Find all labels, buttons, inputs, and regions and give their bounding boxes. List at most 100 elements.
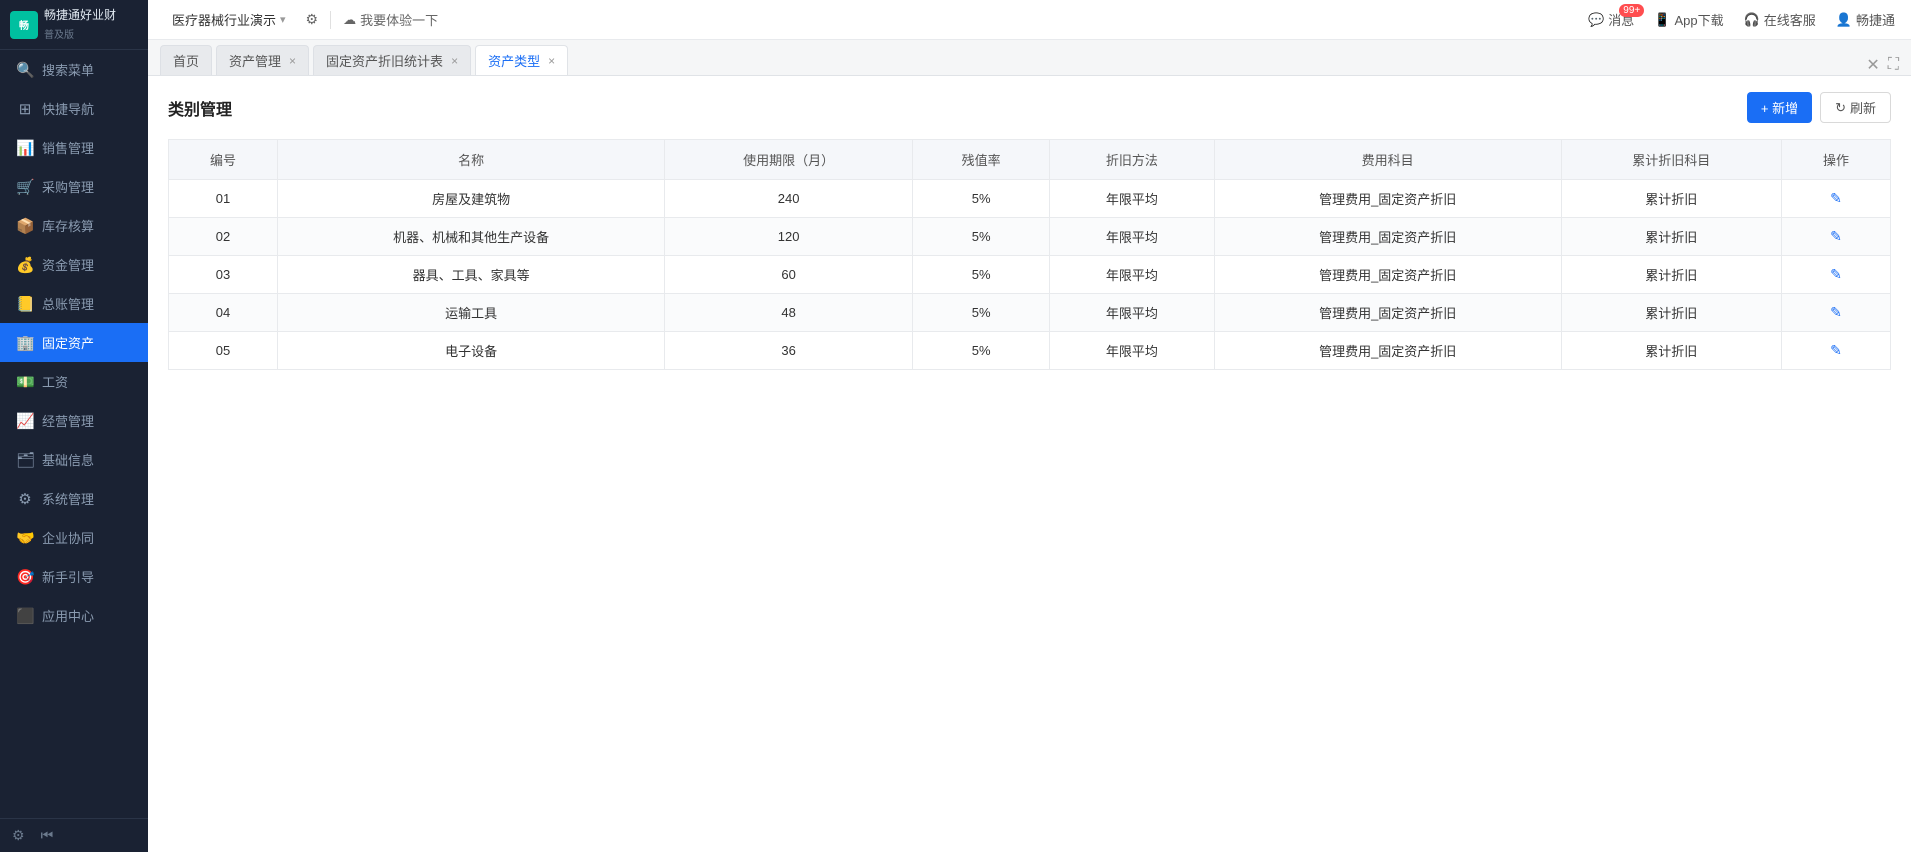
search-icon: 🔍: [16, 61, 34, 79]
maximize-icon[interactable]: ⛶: [1888, 56, 1899, 74]
page-header: 类别管理 + 新增 ↻ 刷新: [168, 92, 1891, 123]
row-accum-subject: 累计折旧: [1561, 294, 1781, 332]
settings-icon[interactable]: ⚙: [12, 827, 25, 844]
new-button[interactable]: + 新增: [1747, 92, 1812, 123]
row-action[interactable]: ✎: [1781, 180, 1890, 218]
collapse-icon[interactable]: ⏮: [41, 827, 54, 844]
row-name: 运输工具: [278, 294, 665, 332]
guide-icon: 🎯: [16, 568, 34, 586]
row-name: 机器、机械和其他生产设备: [278, 218, 665, 256]
tabs-right-controls: ✕ ⛶: [1866, 55, 1899, 75]
tab-close-icon[interactable]: ×: [289, 54, 296, 68]
sidebar-item-ledger[interactable]: 📒 总账管理: [0, 284, 148, 323]
system-icon: ⚙: [16, 490, 34, 508]
sidebar-item-capital[interactable]: 💰 资金管理: [0, 245, 148, 284]
row-expense-subject: 管理费用_固定资产折旧: [1214, 332, 1561, 370]
tab-depreciation[interactable]: 固定资产折旧统计表×: [313, 45, 471, 75]
table-row: 03 器具、工具、家具等 60 5% 年限平均 管理费用_固定资产折旧 累计折旧…: [169, 256, 1891, 294]
edit-icon[interactable]: ✎: [1830, 190, 1842, 206]
page-content: 类别管理 + 新增 ↻ 刷新 编号名称使用期限（月）残值率折旧方法费用科目累计折…: [148, 76, 1911, 852]
tab-asset-type[interactable]: 资产类型×: [475, 45, 568, 75]
row-code: 02: [169, 218, 278, 256]
tab-label: 资产管理: [229, 51, 281, 70]
logo-sub: 普及版: [44, 26, 116, 41]
headset-icon: 🎧: [1744, 12, 1760, 28]
column-header: 残值率: [913, 140, 1050, 180]
row-action[interactable]: ✎: [1781, 218, 1890, 256]
refresh-button[interactable]: ↻ 刷新: [1820, 92, 1891, 123]
row-residual-rate: 5%: [913, 256, 1050, 294]
row-accum-subject: 累计折旧: [1561, 332, 1781, 370]
row-depreciation-method: 年限平均: [1050, 256, 1215, 294]
sales-icon: 📊: [16, 139, 34, 157]
column-header: 费用科目: [1214, 140, 1561, 180]
message-action[interactable]: 💬 消息 99+: [1588, 10, 1634, 29]
app-selector[interactable]: 医疗器械行业演示: [164, 6, 294, 33]
operations-icon: 📈: [16, 412, 34, 430]
edit-icon[interactable]: ✎: [1830, 304, 1842, 320]
sidebar-item-search[interactable]: 🔍 搜索菜单: [0, 50, 148, 89]
sidebar-item-guide[interactable]: 🎯 新手引导: [0, 557, 148, 596]
nav-label: 工资: [42, 372, 68, 391]
row-period: 48: [665, 294, 913, 332]
row-depreciation-method: 年限平均: [1050, 218, 1215, 256]
sidebar-item-app-center[interactable]: ⬛ 应用中心: [0, 596, 148, 635]
column-header: 名称: [278, 140, 665, 180]
close-tab-icon[interactable]: ✕: [1866, 55, 1879, 75]
sidebar-item-fixed-assets[interactable]: 🏢 固定资产: [0, 323, 148, 362]
sidebar-logo: 畅 畅捷通好业财 普及版: [0, 0, 148, 50]
app-download-label: App下载: [1674, 10, 1723, 29]
fixed-assets-icon: 🏢: [16, 334, 34, 352]
table-header: 编号名称使用期限（月）残值率折旧方法费用科目累计折旧科目操作: [169, 140, 1891, 180]
online-service-action[interactable]: 🎧 在线客服: [1744, 10, 1816, 29]
topbar: 医疗器械行业演示 ⚙ ☁ 我要体验一下 💬 消息 99+ 📱 App下载 🎧 在…: [148, 0, 1911, 40]
edit-icon[interactable]: ✎: [1830, 266, 1842, 282]
nav-label: 经营管理: [42, 411, 94, 430]
tab-close-icon[interactable]: ×: [451, 54, 458, 68]
sidebar-item-purchase[interactable]: 🛒 采购管理: [0, 167, 148, 206]
row-action[interactable]: ✎: [1781, 256, 1890, 294]
sidebar-item-enterprise[interactable]: 🤝 企业协同: [0, 518, 148, 557]
experience-button[interactable]: ☁ 我要体验一下: [343, 10, 438, 29]
row-expense-subject: 管理费用_固定资产折旧: [1214, 180, 1561, 218]
row-period: 60: [665, 256, 913, 294]
purchase-icon: 🛒: [16, 178, 34, 196]
column-header: 操作: [1781, 140, 1890, 180]
settings-gear-icon[interactable]: ⚙: [306, 11, 319, 28]
nav-label: 搜索菜单: [42, 60, 94, 79]
table-row: 04 运输工具 48 5% 年限平均 管理费用_固定资产折旧 累计折旧 ✎: [169, 294, 1891, 332]
row-period: 240: [665, 180, 913, 218]
row-action[interactable]: ✎: [1781, 332, 1890, 370]
sidebar-item-sales[interactable]: 📊 销售管理: [0, 128, 148, 167]
column-header: 编号: [169, 140, 278, 180]
tab-home[interactable]: 首页: [160, 45, 212, 75]
row-period: 120: [665, 218, 913, 256]
tab-close-icon[interactable]: ×: [548, 54, 555, 68]
column-header: 折旧方法: [1050, 140, 1215, 180]
ledger-icon: 📒: [16, 295, 34, 313]
category-table: 编号名称使用期限（月）残值率折旧方法费用科目累计折旧科目操作 01 房屋及建筑物…: [168, 139, 1891, 370]
row-residual-rate: 5%: [913, 180, 1050, 218]
row-name: 器具、工具、家具等: [278, 256, 665, 294]
logo-text: 畅捷通好业财: [44, 8, 116, 24]
user-avatar[interactable]: 👤 畅捷通: [1836, 10, 1895, 29]
sidebar-item-system[interactable]: ⚙ 系统管理: [0, 479, 148, 518]
row-action[interactable]: ✎: [1781, 294, 1890, 332]
edit-icon[interactable]: ✎: [1830, 228, 1842, 244]
nav-label: 快捷导航: [42, 99, 94, 118]
app-download-action[interactable]: 📱 App下载: [1654, 10, 1723, 29]
message-badge: 99+: [1619, 4, 1644, 17]
logo-icon: 畅: [10, 11, 38, 39]
row-accum-subject: 累计折旧: [1561, 180, 1781, 218]
sidebar-item-basic-info[interactable]: 🗂 基础信息: [0, 440, 148, 479]
capital-icon: 💰: [16, 256, 34, 274]
sidebar-item-inventory[interactable]: 📦 库存核算: [0, 206, 148, 245]
tab-asset-mgmt[interactable]: 资产管理 ×: [216, 45, 309, 75]
sidebar-item-payroll[interactable]: 💵 工资: [0, 362, 148, 401]
sidebar-item-quick-nav[interactable]: ⊞ 快捷导航: [0, 89, 148, 128]
quick-nav-icon: ⊞: [16, 100, 34, 118]
edit-icon[interactable]: ✎: [1830, 342, 1842, 358]
nav-label: 系统管理: [42, 489, 94, 508]
row-period: 36: [665, 332, 913, 370]
sidebar-item-operations[interactable]: 📈 经营管理: [0, 401, 148, 440]
